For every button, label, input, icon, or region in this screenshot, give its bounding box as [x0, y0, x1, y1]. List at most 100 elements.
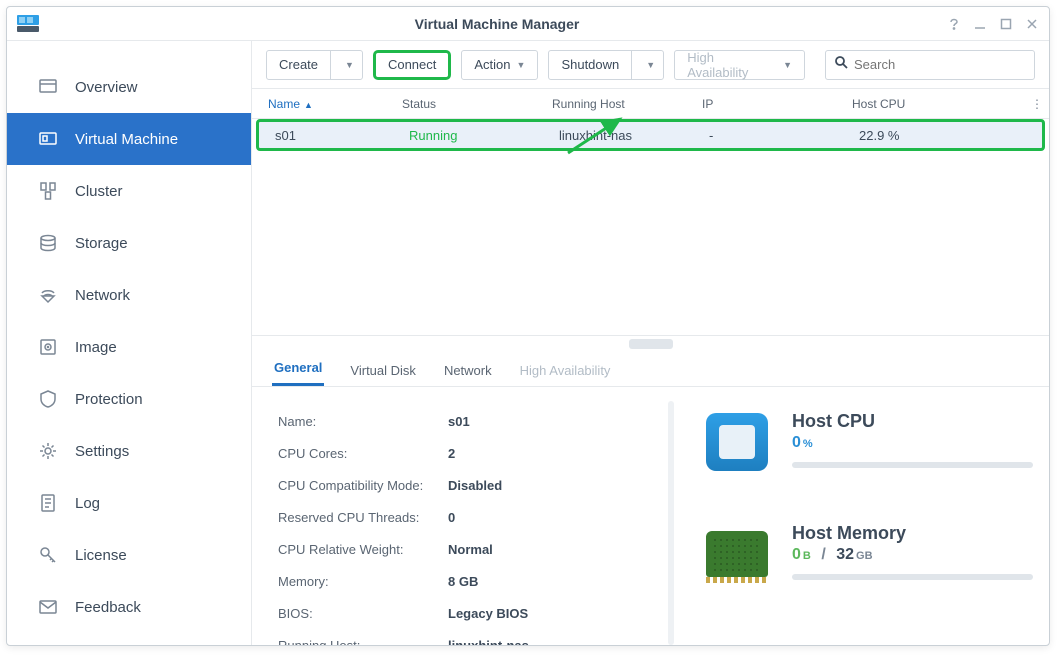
- prop-key-memory: Memory:: [278, 574, 448, 589]
- sidebar-item-label: Cluster: [75, 183, 123, 200]
- prop-key-running-host: Running Host:: [278, 638, 448, 646]
- sidebar-item-log[interactable]: Log: [7, 477, 251, 529]
- prop-val-bios: Legacy BIOS: [448, 606, 528, 621]
- prop-val-cpu-cores: 2: [448, 446, 455, 461]
- titlebar: Virtual Machine Manager: [7, 7, 1049, 41]
- gauge-mem-title: Host Memory: [792, 523, 1033, 544]
- sidebar-item-label: Log: [75, 495, 100, 512]
- cpu-chip-icon: [704, 411, 770, 473]
- shutdown-caret[interactable]: ▼: [631, 51, 663, 79]
- maximize-icon[interactable]: [999, 17, 1013, 31]
- tab-virtual-disk[interactable]: Virtual Disk: [348, 355, 418, 386]
- action-button[interactable]: Action ▼: [461, 50, 538, 80]
- cell-name: s01: [259, 128, 409, 143]
- vm-icon: [37, 128, 59, 150]
- detail-tabs: General Virtual Disk Network High Availa…: [252, 351, 1049, 387]
- memory-chip-icon: [704, 523, 770, 585]
- table-header: Name▲ Status Running Host IP Host CPU ⋮: [252, 89, 1049, 119]
- col-header-running-host[interactable]: Running Host: [552, 97, 702, 111]
- prop-val-memory: 8 GB: [448, 574, 478, 589]
- envelope-icon: [37, 596, 59, 618]
- sidebar-item-label: Feedback: [75, 599, 141, 616]
- sidebar-item-overview[interactable]: Overview: [7, 61, 251, 113]
- col-header-host-cpu[interactable]: Host CPU: [852, 97, 1025, 111]
- tab-high-availability[interactable]: High Availability: [518, 355, 613, 386]
- chevron-down-icon: ▼: [517, 60, 526, 70]
- sidebar-item-license[interactable]: License: [7, 529, 251, 581]
- image-icon: [37, 336, 59, 358]
- sidebar-item-storage[interactable]: Storage: [7, 217, 251, 269]
- col-header-status[interactable]: Status: [402, 97, 552, 111]
- sidebar-item-virtual-machine[interactable]: Virtual Machine: [7, 113, 251, 165]
- overview-icon: [37, 76, 59, 98]
- sidebar-item-label: Overview: [75, 79, 138, 96]
- prop-val-reserved-threads: 0: [448, 510, 455, 525]
- gear-icon: [37, 440, 59, 462]
- toolbar: Create ▼ Connect Action ▼ Shutdown ▼ Hig…: [252, 41, 1049, 89]
- window-title: Virtual Machine Manager: [47, 16, 947, 32]
- log-icon: [37, 492, 59, 514]
- search-input[interactable]: [854, 57, 1030, 72]
- prop-key-cpu-cores: CPU Cores:: [278, 446, 448, 461]
- split-handle[interactable]: [252, 335, 1049, 351]
- col-header-ip[interactable]: IP: [702, 97, 852, 111]
- prop-key-bios: BIOS:: [278, 606, 448, 621]
- app-icon: [17, 15, 37, 33]
- create-caret[interactable]: ▼: [330, 51, 362, 79]
- sidebar-item-cluster[interactable]: Cluster: [7, 165, 251, 217]
- gauge-cpu-value: 0%: [792, 434, 1033, 452]
- connect-button-label: Connect: [388, 57, 436, 72]
- gauge-cpu-bar: [792, 462, 1033, 468]
- shutdown-button[interactable]: Shutdown ▼: [548, 50, 664, 80]
- col-header-more-icon[interactable]: ⋮: [1025, 97, 1049, 111]
- help-icon[interactable]: [947, 17, 961, 31]
- key-icon: [37, 544, 59, 566]
- prop-key-reserved-threads: Reserved CPU Threads:: [278, 510, 448, 525]
- close-icon[interactable]: [1025, 17, 1039, 31]
- create-button-label: Create: [267, 51, 330, 79]
- table-row[interactable]: s01 Running linuxhint-nas - 22.9 %: [256, 119, 1045, 151]
- cell-status: Running: [409, 128, 559, 143]
- chevron-down-icon: ▼: [646, 60, 655, 70]
- search-box[interactable]: [825, 50, 1035, 80]
- chevron-down-icon: ▼: [783, 60, 792, 70]
- connect-button[interactable]: Connect: [373, 50, 451, 80]
- create-button[interactable]: Create ▼: [266, 50, 363, 80]
- storage-icon: [37, 232, 59, 254]
- shutdown-button-label: Shutdown: [549, 51, 631, 79]
- sidebar-item-label: Storage: [75, 235, 128, 252]
- prop-key-cpu-compat: CPU Compatibility Mode:: [278, 478, 448, 493]
- minimize-icon[interactable]: [973, 17, 987, 31]
- search-icon: [834, 55, 848, 74]
- properties-list: Name:s01 CPU Cores:2 CPU Compatibility M…: [268, 401, 668, 645]
- prop-val-running-host: linuxhint-nas: [448, 638, 529, 646]
- sidebar-item-network[interactable]: Network: [7, 269, 251, 321]
- col-header-name[interactable]: Name▲: [252, 97, 402, 111]
- protection-icon: [37, 388, 59, 410]
- tab-network[interactable]: Network: [442, 355, 494, 386]
- sidebar-item-protection[interactable]: Protection: [7, 373, 251, 425]
- vertical-scroll-indicator[interactable]: [668, 401, 674, 645]
- prop-key-relative-weight: CPU Relative Weight:: [278, 542, 448, 557]
- prop-val-cpu-compat: Disabled: [448, 478, 502, 493]
- sidebar: Overview Virtual Machine Cluster Storage…: [7, 41, 252, 645]
- cluster-icon: [37, 180, 59, 202]
- grip-icon: [629, 339, 673, 349]
- ha-button-label: High Availability: [687, 50, 777, 80]
- action-button-label: Action: [474, 57, 510, 72]
- gauge-mem-bar: [792, 574, 1033, 580]
- sidebar-item-feedback[interactable]: Feedback: [7, 581, 251, 633]
- cell-host-cpu: 22.9 %: [859, 128, 1018, 143]
- sidebar-item-image[interactable]: Image: [7, 321, 251, 373]
- table-empty-area: [252, 151, 1049, 335]
- gauge-host-memory: Host Memory 0B / 32GB: [704, 523, 1033, 585]
- sidebar-item-label: License: [75, 547, 127, 564]
- tab-general[interactable]: General: [272, 352, 324, 386]
- sidebar-item-settings[interactable]: Settings: [7, 425, 251, 477]
- sidebar-item-label: Image: [75, 339, 117, 356]
- gauge-host-cpu: Host CPU 0%: [704, 411, 1033, 473]
- high-availability-button[interactable]: High Availability ▼: [674, 50, 805, 80]
- prop-val-name: s01: [448, 414, 470, 429]
- network-icon: [37, 284, 59, 306]
- gauge-mem-value: 0B / 32GB: [792, 546, 1033, 564]
